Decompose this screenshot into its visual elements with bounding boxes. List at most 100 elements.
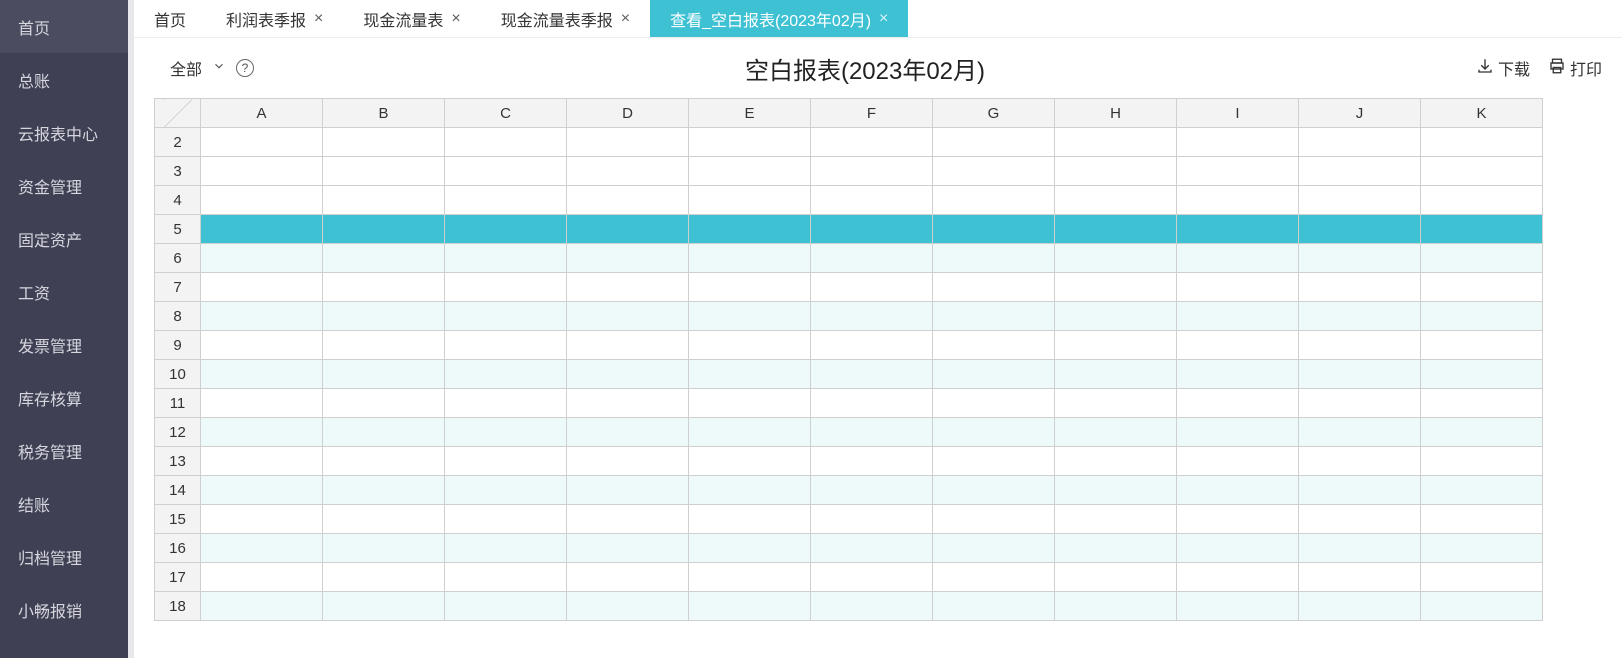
cell-K8[interactable] bbox=[1421, 302, 1543, 331]
cell-B5[interactable] bbox=[323, 215, 445, 244]
cell-B13[interactable] bbox=[323, 447, 445, 476]
cell-H13[interactable] bbox=[1055, 447, 1177, 476]
column-header-J[interactable]: J bbox=[1299, 99, 1421, 128]
cell-E11[interactable] bbox=[689, 389, 811, 418]
cell-E4[interactable] bbox=[689, 186, 811, 215]
cell-E14[interactable] bbox=[689, 476, 811, 505]
help-icon[interactable]: ? bbox=[236, 59, 254, 77]
cell-C16[interactable] bbox=[445, 534, 567, 563]
column-header-B[interactable]: B bbox=[323, 99, 445, 128]
cell-J17[interactable] bbox=[1299, 563, 1421, 592]
row-header-4[interactable]: 4 bbox=[155, 186, 201, 215]
cell-J7[interactable] bbox=[1299, 273, 1421, 302]
cell-J6[interactable] bbox=[1299, 244, 1421, 273]
cell-E13[interactable] bbox=[689, 447, 811, 476]
cell-K6[interactable] bbox=[1421, 244, 1543, 273]
cell-D2[interactable] bbox=[567, 128, 689, 157]
cell-G13[interactable] bbox=[933, 447, 1055, 476]
cell-F3[interactable] bbox=[811, 157, 933, 186]
cell-F2[interactable] bbox=[811, 128, 933, 157]
cell-B15[interactable] bbox=[323, 505, 445, 534]
spreadsheet[interactable]: ABCDEFGHIJK23456789101112131415161718 bbox=[134, 98, 1622, 658]
column-header-C[interactable]: C bbox=[445, 99, 567, 128]
row-header-14[interactable]: 14 bbox=[155, 476, 201, 505]
cell-C8[interactable] bbox=[445, 302, 567, 331]
cell-H16[interactable] bbox=[1055, 534, 1177, 563]
cell-A5[interactable] bbox=[201, 215, 323, 244]
column-header-E[interactable]: E bbox=[689, 99, 811, 128]
close-icon[interactable]: × bbox=[621, 11, 630, 27]
cell-D4[interactable] bbox=[567, 186, 689, 215]
cell-H11[interactable] bbox=[1055, 389, 1177, 418]
tab-4[interactable]: 查看_空白报表(2023年02月)× bbox=[650, 0, 908, 37]
cell-A15[interactable] bbox=[201, 505, 323, 534]
column-header-A[interactable]: A bbox=[201, 99, 323, 128]
cell-J15[interactable] bbox=[1299, 505, 1421, 534]
cell-K18[interactable] bbox=[1421, 592, 1543, 621]
cell-A7[interactable] bbox=[201, 273, 323, 302]
cell-K16[interactable] bbox=[1421, 534, 1543, 563]
cell-I18[interactable] bbox=[1177, 592, 1299, 621]
close-icon[interactable]: × bbox=[314, 11, 323, 27]
sidebar-item-9[interactable]: 结账 bbox=[0, 477, 128, 530]
cell-C3[interactable] bbox=[445, 157, 567, 186]
sidebar-item-11[interactable]: 小畅报销 bbox=[0, 583, 128, 636]
cell-G5[interactable] bbox=[933, 215, 1055, 244]
cell-H17[interactable] bbox=[1055, 563, 1177, 592]
cell-I4[interactable] bbox=[1177, 186, 1299, 215]
row-header-7[interactable]: 7 bbox=[155, 273, 201, 302]
sidebar-item-7[interactable]: 库存核算 bbox=[0, 371, 128, 424]
cell-E8[interactable] bbox=[689, 302, 811, 331]
cell-G18[interactable] bbox=[933, 592, 1055, 621]
cell-F18[interactable] bbox=[811, 592, 933, 621]
cell-G14[interactable] bbox=[933, 476, 1055, 505]
cell-E17[interactable] bbox=[689, 563, 811, 592]
cell-F11[interactable] bbox=[811, 389, 933, 418]
column-header-G[interactable]: G bbox=[933, 99, 1055, 128]
cell-J5[interactable] bbox=[1299, 215, 1421, 244]
cell-H8[interactable] bbox=[1055, 302, 1177, 331]
cell-D15[interactable] bbox=[567, 505, 689, 534]
row-header-17[interactable]: 17 bbox=[155, 563, 201, 592]
cell-J4[interactable] bbox=[1299, 186, 1421, 215]
cell-E5[interactable] bbox=[689, 215, 811, 244]
cell-G6[interactable] bbox=[933, 244, 1055, 273]
cell-E16[interactable] bbox=[689, 534, 811, 563]
sidebar-item-4[interactable]: 固定资产 bbox=[0, 212, 128, 265]
cell-A6[interactable] bbox=[201, 244, 323, 273]
cell-F8[interactable] bbox=[811, 302, 933, 331]
cell-H10[interactable] bbox=[1055, 360, 1177, 389]
cell-A12[interactable] bbox=[201, 418, 323, 447]
row-header-5[interactable]: 5 bbox=[155, 215, 201, 244]
row-header-15[interactable]: 15 bbox=[155, 505, 201, 534]
cell-C18[interactable] bbox=[445, 592, 567, 621]
chevron-down-icon[interactable] bbox=[212, 59, 226, 78]
cell-J18[interactable] bbox=[1299, 592, 1421, 621]
cell-K9[interactable] bbox=[1421, 331, 1543, 360]
cell-F16[interactable] bbox=[811, 534, 933, 563]
tab-0[interactable]: 首页 bbox=[134, 0, 206, 37]
cell-G17[interactable] bbox=[933, 563, 1055, 592]
cell-I8[interactable] bbox=[1177, 302, 1299, 331]
cell-F17[interactable] bbox=[811, 563, 933, 592]
cell-C2[interactable] bbox=[445, 128, 567, 157]
cell-A9[interactable] bbox=[201, 331, 323, 360]
filter-dropdown[interactable]: 全部 bbox=[170, 56, 202, 80]
cell-H12[interactable] bbox=[1055, 418, 1177, 447]
cell-A3[interactable] bbox=[201, 157, 323, 186]
sidebar-item-10[interactable]: 归档管理 bbox=[0, 530, 128, 583]
cell-C11[interactable] bbox=[445, 389, 567, 418]
cell-A2[interactable] bbox=[201, 128, 323, 157]
cell-I2[interactable] bbox=[1177, 128, 1299, 157]
cell-J3[interactable] bbox=[1299, 157, 1421, 186]
row-header-2[interactable]: 2 bbox=[155, 128, 201, 157]
cell-D10[interactable] bbox=[567, 360, 689, 389]
cell-E18[interactable] bbox=[689, 592, 811, 621]
cell-F9[interactable] bbox=[811, 331, 933, 360]
row-header-6[interactable]: 6 bbox=[155, 244, 201, 273]
cell-D16[interactable] bbox=[567, 534, 689, 563]
row-header-12[interactable]: 12 bbox=[155, 418, 201, 447]
cell-I6[interactable] bbox=[1177, 244, 1299, 273]
cell-J16[interactable] bbox=[1299, 534, 1421, 563]
cell-D8[interactable] bbox=[567, 302, 689, 331]
